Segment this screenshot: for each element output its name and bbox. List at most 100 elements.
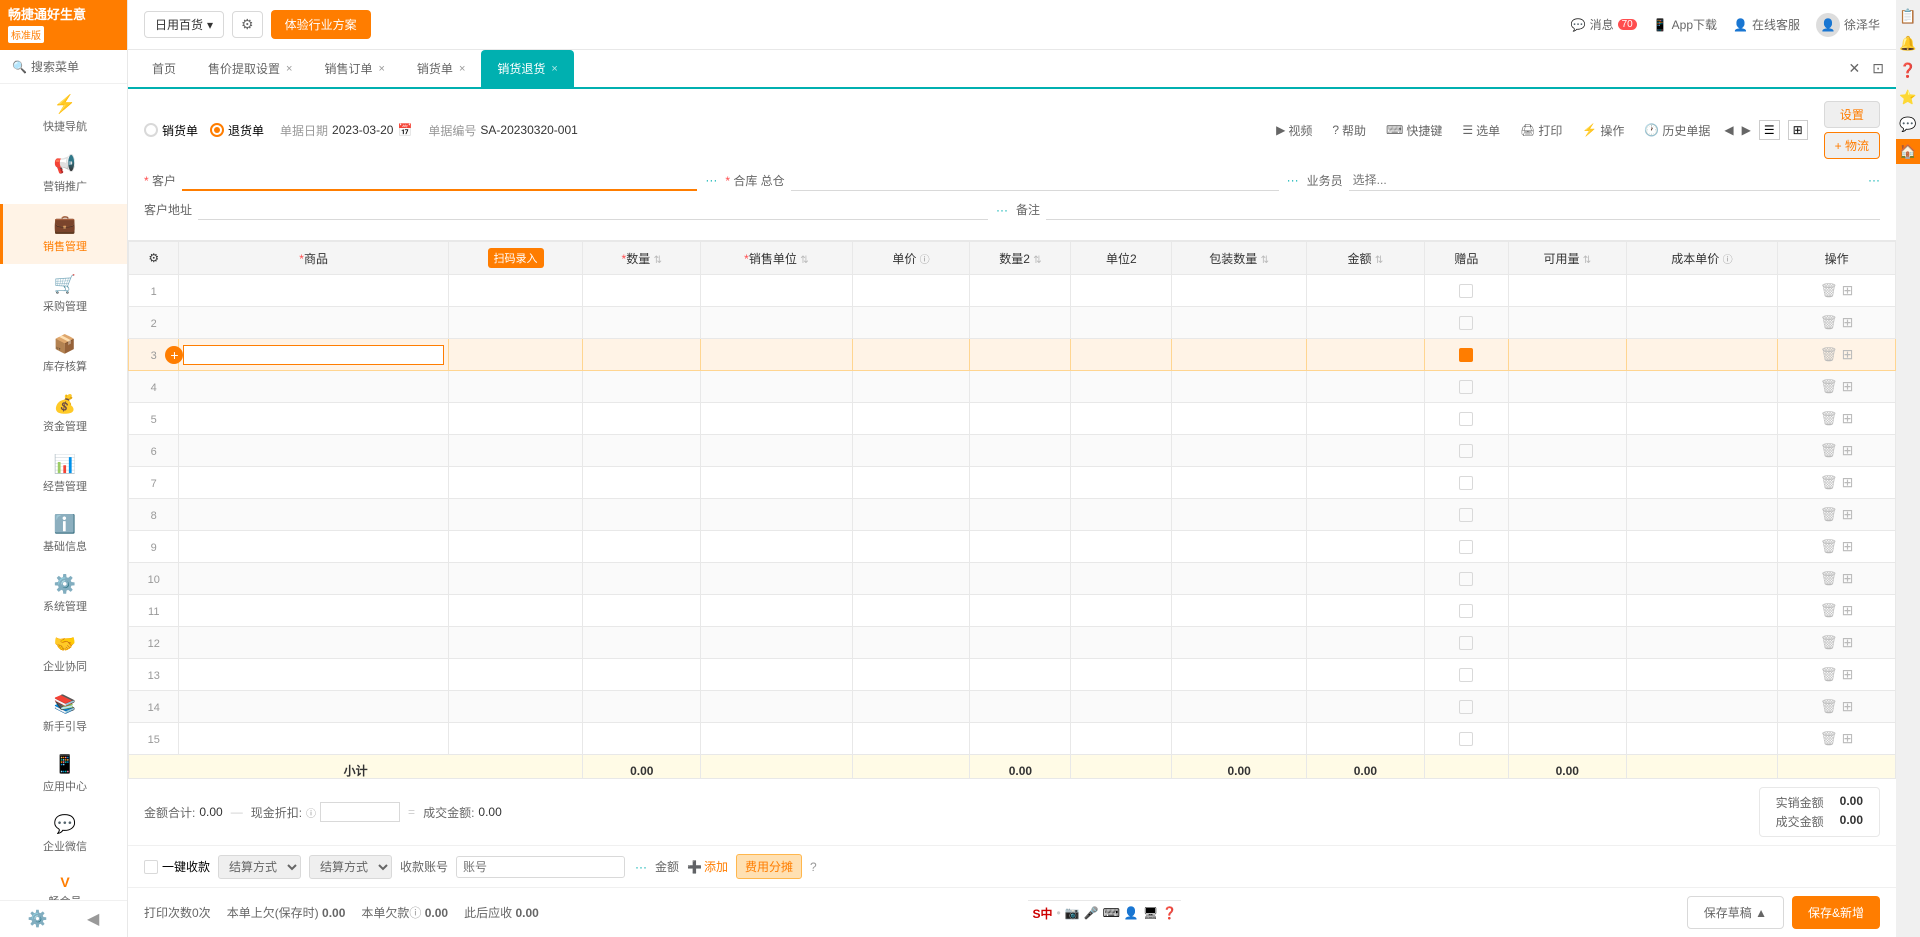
quantity-cell[interactable]: [583, 467, 701, 499]
price-cell[interactable]: [852, 435, 970, 467]
price-cell[interactable]: [852, 531, 970, 563]
sidebar-item-sales[interactable]: 💼 销售管理: [0, 204, 127, 264]
close-icon[interactable]: ×: [551, 63, 557, 75]
sale-unit-cell[interactable]: [701, 275, 852, 307]
account-dots-button[interactable]: ···: [635, 860, 647, 874]
sale-unit-cell[interactable]: [701, 531, 852, 563]
amount-cell[interactable]: [1306, 723, 1424, 755]
copy-icon[interactable]: ⊞: [1842, 474, 1854, 491]
available-cell[interactable]: [1508, 275, 1626, 307]
cost-price-cell[interactable]: [1626, 499, 1777, 531]
quantity-cell[interactable]: [583, 723, 701, 755]
ime-tool[interactable]: S中: [1032, 905, 1052, 922]
quantity-cell[interactable]: [583, 691, 701, 723]
qty2-cell[interactable]: [970, 307, 1071, 339]
unit2-cell[interactable]: [1071, 531, 1172, 563]
help-button[interactable]: ? 帮助: [1326, 120, 1372, 141]
add-fee-button[interactable]: ➕ 添加: [687, 858, 728, 875]
tab-sales-return[interactable]: 销货退货 ×: [481, 50, 573, 89]
copy-icon[interactable]: ⊞: [1842, 698, 1854, 715]
gift-cell[interactable]: [1424, 403, 1508, 435]
delete-icon[interactable]: 🗑: [1820, 634, 1838, 651]
quantity-cell[interactable]: [583, 435, 701, 467]
payment-help-icon[interactable]: ?: [810, 860, 817, 874]
copy-icon[interactable]: ⊞: [1842, 634, 1854, 651]
shortcut-button[interactable]: ⌨ 快捷键: [1380, 120, 1448, 141]
sale-unit-cell[interactable]: [701, 563, 852, 595]
delete-icon[interactable]: 🗑: [1820, 666, 1838, 683]
product-cell[interactable]: [179, 307, 448, 339]
customer-dots-button[interactable]: ···: [705, 173, 717, 187]
sidebar-item-wechat[interactable]: 💬 企业微信: [0, 804, 127, 864]
available-cell[interactable]: [1508, 659, 1626, 691]
right-panel-bell-icon[interactable]: 🔔: [1897, 31, 1918, 56]
product-cell[interactable]: [179, 723, 448, 755]
amount-cell[interactable]: [1306, 467, 1424, 499]
product-cell[interactable]: [179, 403, 448, 435]
copy-icon[interactable]: ⊞: [1842, 442, 1854, 459]
right-panel-star-icon[interactable]: ⭐: [1897, 85, 1918, 110]
available-cell[interactable]: [1508, 403, 1626, 435]
cost-price-cell[interactable]: [1626, 691, 1777, 723]
amount-cell[interactable]: [1306, 403, 1424, 435]
amount-cell[interactable]: [1306, 371, 1424, 403]
gift-cell[interactable]: [1424, 627, 1508, 659]
pack-qty-cell[interactable]: [1172, 339, 1307, 371]
unit2-cell[interactable]: [1071, 371, 1172, 403]
qty2-cell[interactable]: [970, 531, 1071, 563]
gift-cell[interactable]: [1424, 467, 1508, 499]
list-view-button[interactable]: ☰: [1759, 120, 1780, 140]
quantity-cell[interactable]: [583, 339, 701, 371]
copy-icon[interactable]: ⊞: [1842, 314, 1854, 331]
copy-icon[interactable]: ⊞: [1842, 378, 1854, 395]
available-cell[interactable]: [1508, 531, 1626, 563]
history-button[interactable]: 🕐 历史单据: [1638, 120, 1716, 141]
collapse-icon[interactable]: ◀: [87, 909, 99, 929]
address-input[interactable]: [198, 199, 988, 220]
notice-item[interactable]: 💬 消息 70: [1571, 16, 1637, 33]
quantity-cell[interactable]: [583, 371, 701, 403]
copy-icon[interactable]: ⊞: [1842, 666, 1854, 683]
save-new-button[interactable]: 保存&新增: [1792, 896, 1880, 929]
copy-icon[interactable]: ⊞: [1842, 410, 1854, 427]
quantity-cell[interactable]: [583, 531, 701, 563]
close-tab-button[interactable]: ✕: [1845, 58, 1865, 79]
sale-unit-cell[interactable]: [701, 467, 852, 499]
one-click-checkbox[interactable]: [144, 860, 158, 874]
monitor-tool[interactable]: 🖥: [1143, 906, 1158, 920]
delete-icon[interactable]: 🗑: [1820, 346, 1838, 363]
sale-unit-cell[interactable]: [701, 371, 852, 403]
unit2-cell[interactable]: [1071, 435, 1172, 467]
prev-record-button[interactable]: ◀: [1724, 123, 1733, 137]
product-cell[interactable]: [179, 627, 448, 659]
delete-icon[interactable]: 🗑: [1820, 378, 1838, 395]
unit2-cell[interactable]: [1071, 403, 1172, 435]
gift-checkbox[interactable]: [1459, 476, 1473, 490]
next-record-button[interactable]: ▶: [1742, 123, 1751, 137]
sale-unit-cell[interactable]: [701, 307, 852, 339]
sidebar-item-system[interactable]: ⚙️ 系统管理: [0, 564, 127, 624]
product-cell[interactable]: [179, 467, 448, 499]
cost-price-cell[interactable]: [1626, 627, 1777, 659]
right-panel-note-icon[interactable]: 📋: [1897, 4, 1918, 29]
help-tool[interactable]: ❓: [1162, 906, 1177, 920]
header-settings-button[interactable]: ⚙: [232, 11, 263, 38]
add-row-button[interactable]: +: [165, 346, 183, 364]
delete-icon[interactable]: 🗑: [1820, 410, 1838, 427]
gift-cell[interactable]: [1424, 595, 1508, 627]
unit2-cell[interactable]: [1071, 467, 1172, 499]
sale-unit-cell[interactable]: [701, 723, 852, 755]
cost-price-cell[interactable]: [1626, 403, 1777, 435]
quantity-cell[interactable]: [583, 499, 701, 531]
product-cell[interactable]: [179, 659, 448, 691]
radio-delivery[interactable]: 销货单: [144, 122, 198, 139]
pack-qty-cell[interactable]: [1172, 563, 1307, 595]
cost-price-cell[interactable]: [1626, 467, 1777, 499]
price-cell[interactable]: [852, 371, 970, 403]
gift-cell[interactable]: [1424, 659, 1508, 691]
unit2-cell[interactable]: [1071, 595, 1172, 627]
sidebar-item-quick-nav[interactable]: ⚡ 快捷导航: [0, 84, 127, 144]
sidebar-item-enterprise[interactable]: 🤝 企业协同: [0, 624, 127, 684]
app-download-item[interactable]: 📱 App下载: [1653, 16, 1717, 33]
experience-button[interactable]: 体验行业方案: [271, 10, 371, 39]
